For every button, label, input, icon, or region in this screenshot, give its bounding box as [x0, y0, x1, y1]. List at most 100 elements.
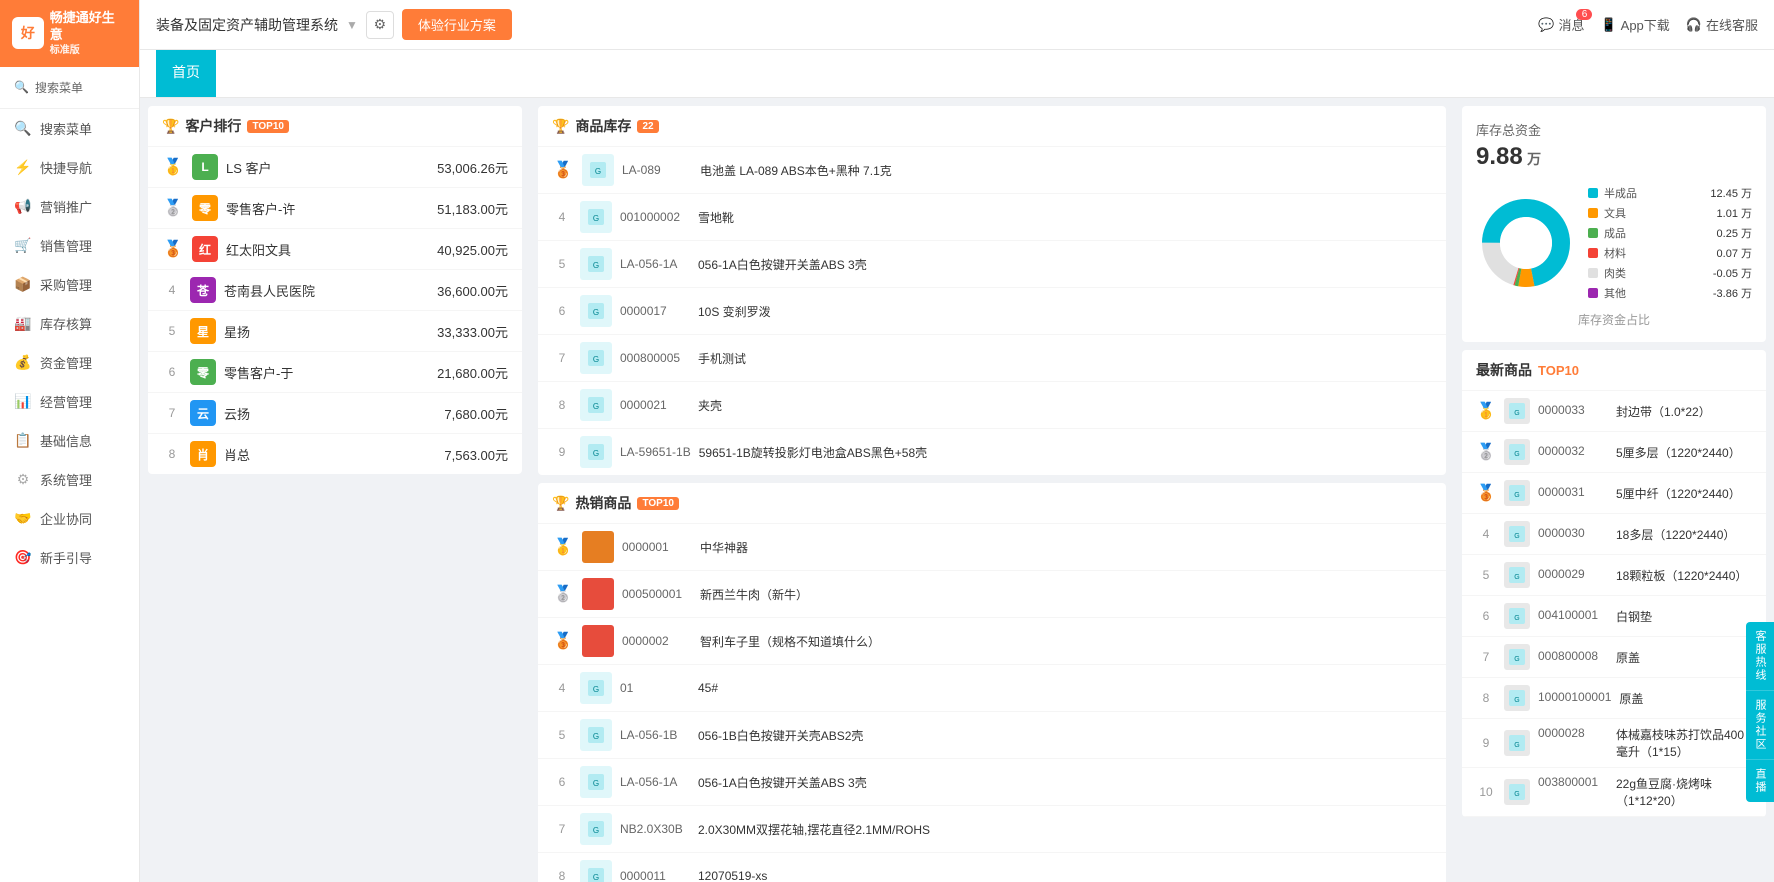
- newest-product-name: 5厘多层（1220*2440）: [1616, 444, 1741, 461]
- legend-label: 半成品: [1604, 185, 1704, 201]
- float-community-button[interactable]: 服务社区: [1746, 691, 1774, 760]
- svg-text:G: G: [593, 214, 599, 223]
- newest-product-name: 白钢垫: [1616, 608, 1652, 625]
- online-service-button[interactable]: 🎧 在线客服: [1686, 15, 1758, 34]
- legend-label: 肉类: [1604, 265, 1707, 281]
- customer-list-item: 🥉 红 红太阳文具 40,925.00元: [148, 228, 522, 269]
- hot-product-list-item: 5 G LA-056-1B 056-1B白色按键开关壳ABS2壳: [538, 711, 1446, 758]
- svg-text:G: G: [1514, 410, 1519, 417]
- customer-amount: 36,600.00元: [437, 281, 508, 300]
- nav-icon-inventory: 🏭: [14, 314, 32, 332]
- search-menu-button[interactable]: 🔍 搜索菜单: [10, 75, 129, 100]
- nav-label-purchase: 采购管理: [40, 275, 92, 294]
- svg-text:G: G: [1514, 697, 1519, 704]
- customer-name: 星扬: [224, 322, 429, 341]
- hot-product-list-item: 🥈 000500001 新西兰牛肉（新牛）: [538, 570, 1446, 617]
- hot-product-list-item: 7 G NB2.0X30B 2.0X30MM双摆花轴,摆花直径2.1MM/ROH…: [538, 805, 1446, 852]
- svg-text:G: G: [1514, 451, 1519, 458]
- hot-product-info: 0000011 12070519-xs: [620, 869, 1432, 882]
- stock-product-thumb: G: [582, 154, 614, 186]
- svg-text:G: G: [593, 732, 599, 741]
- nav-label-cooperation: 企业协同: [40, 509, 92, 528]
- stock-ranking-header: 🏆 商品库存 22: [538, 106, 1446, 146]
- customer-avatar: 云: [190, 400, 216, 426]
- svg-text:G: G: [593, 826, 599, 835]
- stock-top-badge: 22: [637, 120, 658, 133]
- legend-item: 肉类 -0.05 万: [1588, 265, 1752, 281]
- legend-item: 文具 1.01 万: [1588, 205, 1752, 221]
- sidebar-item-basic[interactable]: 📋 基础信息: [0, 421, 139, 460]
- message-badge: 6: [1576, 9, 1592, 20]
- hot-product-name: 056-1B白色按键开关壳ABS2壳: [698, 727, 1432, 744]
- sidebar-logo: 好 畅捷通好生意 标准版: [0, 0, 139, 67]
- nav-label-basic: 基础信息: [40, 431, 92, 450]
- legend-label: 材料: [1604, 245, 1711, 261]
- nav-icon-marketing: 📢: [14, 197, 32, 215]
- float-buttons: 客服热线 服务社区 直播: [1746, 622, 1774, 802]
- hot-product-thumb: G: [580, 860, 612, 882]
- legend-dot: [1588, 288, 1598, 298]
- customer-avatar: 肖: [190, 441, 216, 467]
- inventory-summary-card: 库存总资金 9.88 万: [1462, 106, 1766, 342]
- service-label: 在线客服: [1706, 15, 1758, 34]
- newest-top-label: TOP10: [1538, 363, 1579, 378]
- settings-gear-button[interactable]: ⚙: [366, 11, 394, 39]
- sidebar-item-cooperation[interactable]: 🤝 企业协同: [0, 499, 139, 538]
- app-label: App下载: [1621, 15, 1670, 34]
- rank-number: 6: [162, 365, 182, 379]
- hot-products-header: 🏆 热销商品 TOP10: [538, 483, 1446, 523]
- customer-name: 零售客户-许: [226, 199, 429, 218]
- svg-text:G: G: [1514, 742, 1519, 749]
- sidebar-item-inventory[interactable]: 🏭 库存核算: [0, 304, 139, 343]
- float-live-button[interactable]: 直播: [1746, 760, 1774, 802]
- customer-top-badge: TOP10: [247, 120, 289, 133]
- app-download-button[interactable]: 📱 App下载: [1600, 15, 1669, 34]
- hot-product-code: 000500001: [622, 587, 692, 601]
- newest-product-code: 0000032: [1538, 444, 1608, 461]
- sidebar-item-guide[interactable]: 🎯 新手引导: [0, 538, 139, 577]
- sidebar-item-sales[interactable]: 🛒 销售管理: [0, 226, 139, 265]
- hot-product-name: 2.0X30MM双摆花轴,摆花直径2.1MM/ROHS: [698, 821, 1432, 838]
- svg-text:G: G: [593, 779, 599, 788]
- sidebar-item-purchase[interactable]: 📦 采购管理: [0, 265, 139, 304]
- tab-home[interactable]: 首页: [156, 50, 216, 97]
- right-panel: 库存总资金 9.88 万: [1454, 98, 1774, 882]
- sidebar-item-marketing[interactable]: 📢 营销推广: [0, 187, 139, 226]
- sidebar-item-finance[interactable]: 💰 资金管理: [0, 343, 139, 382]
- legend-value: 0.07 万: [1717, 245, 1752, 261]
- svg-text:G: G: [1514, 533, 1519, 540]
- nav-label-search: 搜索菜单: [40, 119, 92, 138]
- svg-text:G: G: [593, 402, 599, 411]
- trial-button[interactable]: 体验行业方案: [402, 9, 512, 40]
- message-button[interactable]: 💬 消息 6: [1538, 15, 1584, 34]
- newest-product-info: 0000031 5厘中纤（1220*2440）: [1538, 485, 1752, 502]
- sidebar-item-search[interactable]: 🔍 搜索菜单: [0, 109, 139, 148]
- page-tabs: 首页: [140, 50, 1774, 98]
- stock-product-info: LA-056-1A 056-1A白色按键开关盖ABS 3壳: [620, 256, 1432, 273]
- newest-product-item: 6 G 004100001 白钢垫: [1462, 596, 1766, 637]
- nav-icon-finance: 💰: [14, 353, 32, 371]
- newest-product-info: 0000033 封边带（1.0*22）: [1538, 403, 1752, 420]
- customer-list-item: 4 苍 苍南县人民医院 36,600.00元: [148, 269, 522, 310]
- float-service-button[interactable]: 客服热线: [1746, 622, 1774, 691]
- svg-text:G: G: [1514, 615, 1519, 622]
- customer-list-item: 8 肖 肖总 7,563.00元: [148, 433, 522, 474]
- stock-product-code: 000800005: [620, 351, 690, 365]
- newest-product-code: 0000031: [1538, 485, 1608, 502]
- stock-trophy-icon: 🏆: [552, 118, 569, 135]
- hot-product-name: 新西兰牛肉（新牛）: [700, 586, 1432, 603]
- nav-icon-basic: 📋: [14, 431, 32, 449]
- legend-label: 其他: [1604, 285, 1707, 301]
- customer-name: 零售客户-于: [224, 363, 429, 382]
- hot-product-list-item: 🥉 0000002 智利车子里（规格不知道填什么）: [538, 617, 1446, 664]
- sidebar-item-quicknav[interactable]: ⚡ 快捷导航: [0, 148, 139, 187]
- sidebar-item-system[interactable]: ⚙ 系统管理: [0, 460, 139, 499]
- newest-product-item: 5 G 0000029 18颗粒板（1220*2440）: [1462, 555, 1766, 596]
- logo-text: 畅捷通好生意 标准版: [50, 10, 127, 57]
- customer-name: 苍南县人民医院: [224, 281, 429, 300]
- hot-product-thumb: G: [580, 766, 612, 798]
- hot-products-title: 热销商品: [575, 493, 631, 513]
- hot-product-thumb: [582, 625, 614, 657]
- sidebar-item-operations[interactable]: 📊 经营管理: [0, 382, 139, 421]
- nav-icon-system: ⚙: [14, 470, 32, 488]
